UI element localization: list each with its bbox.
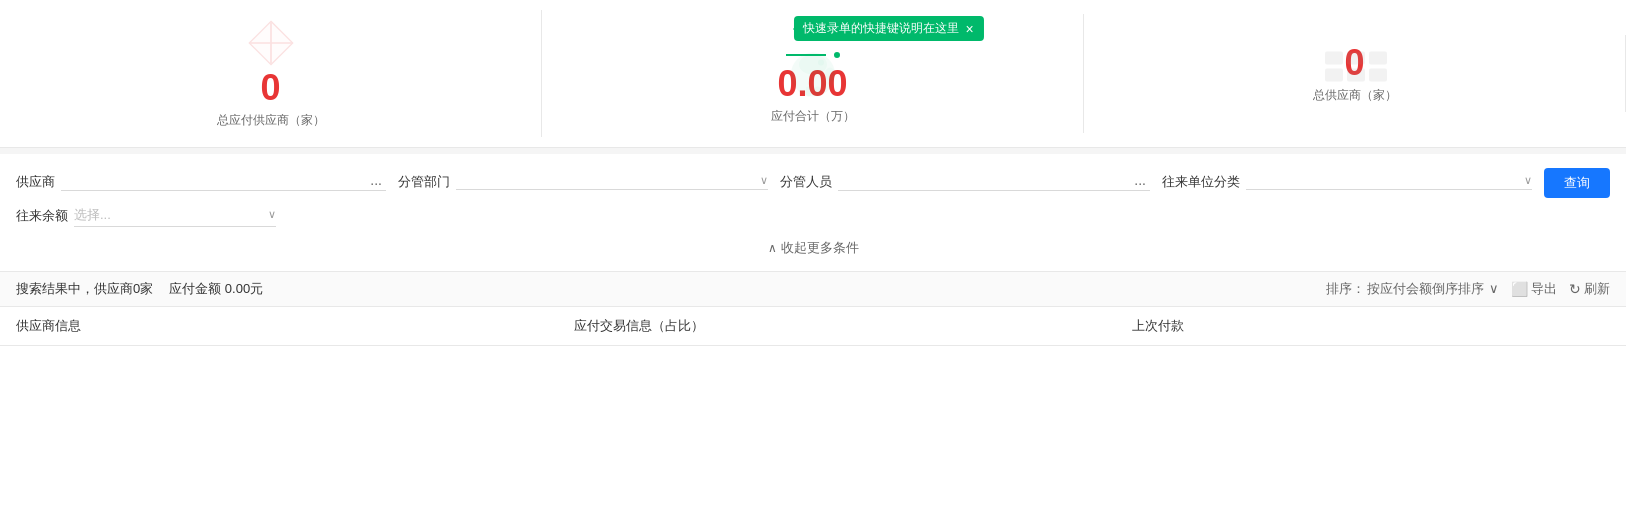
- svg-rect-12: [1369, 52, 1387, 65]
- result-bar: 搜索结果中，供应商0家 应付金额 0.00元 排序： 按应付会额倒序排序 ∨ ⬜…: [0, 272, 1626, 307]
- manager-filter: 分管人员 ...: [780, 172, 1150, 191]
- payable-suppliers-value: 0: [260, 68, 280, 108]
- column-transaction-info: 应付交易信息（占比）: [574, 317, 1132, 335]
- query-button[interactable]: 查询: [1544, 168, 1610, 198]
- svg-rect-13: [1325, 69, 1343, 82]
- sort-prefix: 排序：: [1326, 280, 1365, 298]
- supplier-dots[interactable]: ...: [366, 172, 386, 188]
- unit-category-label: 往来单位分类: [1162, 173, 1240, 191]
- refresh-button[interactable]: ↻ 刷新: [1569, 280, 1610, 298]
- grid-icon: [1320, 47, 1390, 100]
- filter-section: 供应商 ... 分管部门 ∨ 分管人员 ... 往来单位分类: [0, 154, 1626, 272]
- department-filter: 分管部门 ∨: [398, 173, 768, 191]
- amount-text: 应付金额 0.00元: [169, 280, 263, 298]
- mint-icon: [778, 37, 848, 110]
- summary-total-suppliers: 0 总供应商（家）: [1084, 35, 1626, 112]
- svg-rect-7: [806, 87, 811, 97]
- balance-select[interactable]: 选择... ∨: [74, 206, 276, 227]
- manager-label: 分管人员: [780, 173, 832, 191]
- svg-point-6: [818, 60, 824, 66]
- svg-rect-10: [1325, 52, 1343, 65]
- svg-rect-11: [1347, 52, 1365, 65]
- table-body: [0, 346, 1626, 515]
- table-header: 供应商信息 应付交易信息（占比） 上次付款: [0, 307, 1626, 346]
- payable-amount-label: 应付合计（万）: [771, 108, 855, 125]
- column-supplier-info: 供应商信息: [16, 317, 574, 335]
- sort-chevron-icon: ∨: [1489, 281, 1499, 296]
- filter-row-2: 往来余额 选择... ∨: [16, 206, 1610, 227]
- column-transaction-label: 应付交易信息（占比）: [574, 318, 704, 333]
- column-last-payment-label: 上次付款: [1132, 318, 1184, 333]
- refresh-icon: ↻: [1569, 281, 1581, 297]
- sort-select[interactable]: 排序： 按应付会额倒序排序 ∨: [1326, 280, 1499, 298]
- balance-filter: 往来余额 选择... ∨: [16, 206, 276, 227]
- column-last-payment: 上次付款: [1132, 317, 1610, 335]
- svg-rect-14: [1347, 69, 1365, 82]
- result-actions: 排序： 按应付会额倒序排序 ∨ ⬜ 导出 ↻ 刷新: [1326, 280, 1610, 298]
- tooltip-text: 快速录单的快捷键说明在这里: [803, 20, 959, 37]
- supplier-label: 供应商: [16, 173, 55, 191]
- column-supplier-label: 供应商信息: [16, 318, 81, 333]
- collapse-button[interactable]: ∧ 收起更多条件: [16, 235, 1610, 263]
- export-button[interactable]: ⬜ 导出: [1511, 280, 1557, 298]
- supplier-filter: 供应商 ...: [16, 172, 386, 191]
- export-icon: ⬜: [1511, 281, 1528, 297]
- supplier-count-text: 搜索结果中，供应商0家: [16, 280, 153, 298]
- collapse-chevron-icon: ∧: [768, 241, 777, 255]
- unit-category-filter: 往来单位分类 ∨: [1162, 173, 1532, 191]
- department-select[interactable]: ∨: [456, 174, 768, 190]
- summary-payable-suppliers: 0 总应付供应商（家）: [0, 10, 542, 137]
- department-label: 分管部门: [398, 173, 450, 191]
- tooltip-bubble: 快速录单的快捷键说明在这里 ×: [793, 16, 983, 41]
- unit-category-chevron: ∨: [1524, 174, 1532, 187]
- balance-placeholder: 选择...: [74, 206, 264, 224]
- payable-suppliers-label: 总应付供应商（家）: [217, 112, 325, 129]
- refresh-label: 刷新: [1584, 280, 1610, 298]
- tooltip-close-button[interactable]: ×: [965, 22, 973, 36]
- collapse-label: 收起更多条件: [781, 239, 859, 257]
- svg-rect-15: [1369, 69, 1387, 82]
- filter-row-1: 供应商 ... 分管部门 ∨ 分管人员 ... 往来单位分类: [16, 166, 1610, 198]
- department-chevron: ∨: [760, 174, 768, 187]
- diamond-icon: [246, 18, 296, 68]
- summary-bar: 0 总应付供应商（家） 快速录单的快捷键说明在这里 × 0.00 应付合计（万）: [0, 0, 1626, 148]
- unit-category-select[interactable]: ∨: [1246, 174, 1532, 190]
- balance-label: 往来余额: [16, 207, 68, 225]
- balance-chevron: ∨: [268, 208, 276, 221]
- export-label: 导出: [1531, 280, 1557, 298]
- result-info: 搜索结果中，供应商0家 应付金额 0.00元: [16, 280, 263, 298]
- svg-point-9: [825, 68, 835, 82]
- svg-rect-8: [815, 87, 820, 97]
- manager-dots[interactable]: ...: [1130, 172, 1150, 188]
- sort-label: 按应付会额倒序排序: [1367, 280, 1484, 298]
- summary-payable-amount: 快速录单的快捷键说明在这里 × 0.00 应付合计（万）: [542, 14, 1084, 133]
